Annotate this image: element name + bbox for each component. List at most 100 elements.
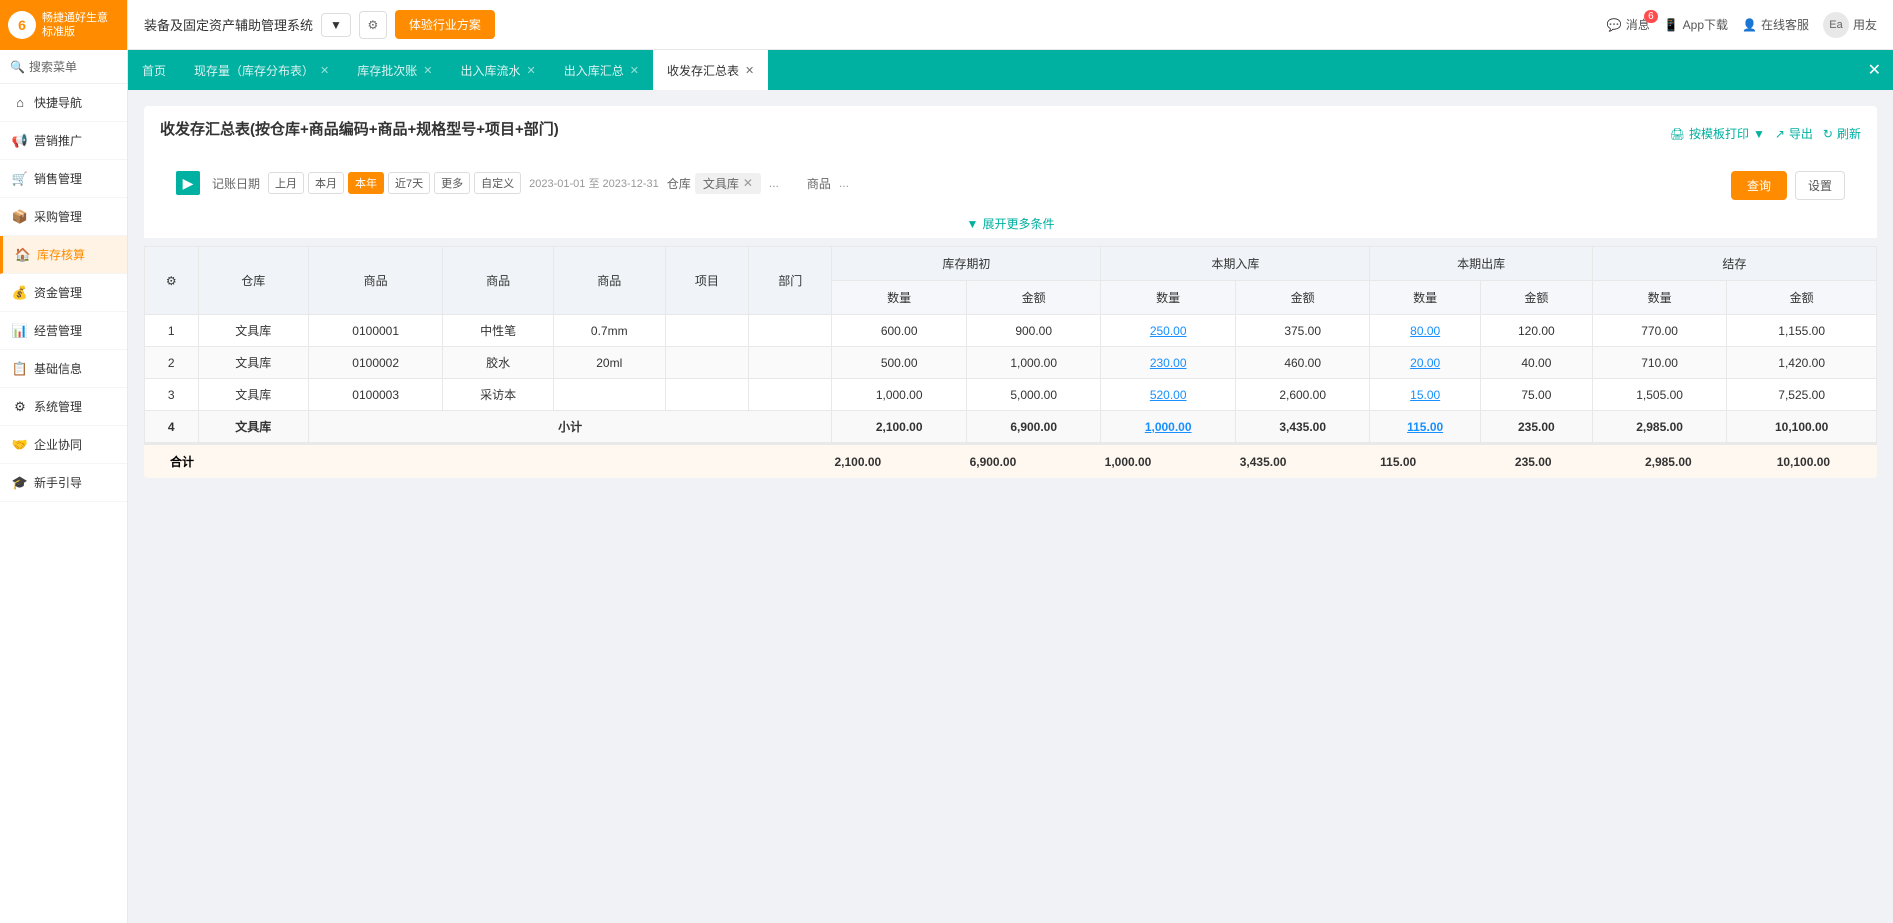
- topbar: 装备及固定资产辅助管理系统 ▼ ⚙ 体验行业方案 💬 消息 6 📱 App下载 …: [128, 0, 1893, 50]
- sidebar-item-enterprise[interactable]: 🤝 企业协同: [0, 426, 127, 464]
- subtotal-num: 4: [145, 411, 199, 443]
- trial-btn[interactable]: 体验行业方案: [395, 10, 495, 39]
- footer-out-qty: 115.00: [1331, 455, 1466, 469]
- row-in-qty[interactable]: 230.00: [1101, 347, 1236, 379]
- date-btn-last-month[interactable]: 上月: [268, 172, 304, 194]
- service-icon: 👤: [1742, 18, 1757, 32]
- footer-out-amt: 235.00: [1466, 455, 1601, 469]
- expand-btn[interactable]: ▼ 展开更多条件: [967, 215, 1055, 232]
- row-code: 0100001: [308, 315, 443, 347]
- print-icon: 🖨: [1670, 127, 1685, 141]
- row-bal-amt: 7,525.00: [1727, 379, 1877, 411]
- tab-recv-send[interactable]: 收发存汇总表 ✕: [653, 50, 768, 90]
- date-btn-custom[interactable]: 自定义: [474, 172, 521, 194]
- row-open-qty: 500.00: [832, 347, 967, 379]
- tab-close-stock-dist[interactable]: ✕: [320, 64, 329, 77]
- subtotal-row: 4 文具库 小计 2,100.00 6,900.00 1,000.00 3,43…: [145, 411, 1877, 443]
- tab-inout-flow[interactable]: 出入库流水 ✕: [446, 50, 549, 90]
- data-table: ⚙ 仓库 商品 商品 商品 项目 部门 库存期初 本期入库 本期出库 结存 数量: [144, 246, 1877, 443]
- date-btn-this-year[interactable]: 本年: [348, 172, 384, 194]
- row-code: 0100003: [308, 379, 443, 411]
- row-num: 2: [145, 347, 199, 379]
- user-item[interactable]: Ea 用友: [1823, 12, 1877, 38]
- warehouse-filter: 仓库 文具库 ✕ ...: [667, 173, 783, 194]
- warehouse-tag-remove[interactable]: ✕: [743, 176, 753, 190]
- footer-open-qty: 2,100.00: [790, 455, 925, 469]
- page-header-top: 收发存汇总表(按仓库+商品编码+商品+规格型号+项目+部门) 🖨 按模板打印 ▼…: [160, 118, 1861, 149]
- row-out-qty[interactable]: 15.00: [1370, 379, 1480, 411]
- goods-filter: 商品 ...: [807, 175, 853, 192]
- print-dropdown-icon: ▼: [1753, 127, 1765, 141]
- expand-row: ▼ 展开更多条件: [160, 209, 1861, 238]
- sidebar-item-quick-nav[interactable]: ⌂ 快捷导航: [0, 84, 127, 122]
- tab-close-inout-flow[interactable]: ✕: [527, 64, 536, 77]
- goods-dots[interactable]: ...: [835, 176, 853, 190]
- sidebar-item-inventory[interactable]: 🏠 库存核算: [0, 236, 127, 274]
- row-open-qty: 600.00: [832, 315, 967, 347]
- row-open-qty: 1,000.00: [832, 379, 967, 411]
- row-out-qty[interactable]: 20.00: [1370, 347, 1480, 379]
- app-download-item[interactable]: 📱 App下载: [1664, 16, 1728, 33]
- filter-row: 记账日期 上月 本月 本年 近7天 更多 自定义 2023-01-01 至 20…: [212, 172, 1845, 194]
- refresh-btn[interactable]: ↻ 刷新: [1823, 125, 1861, 142]
- tab-close-inout-summary[interactable]: ✕: [630, 64, 639, 77]
- date-range: 2023-01-01 至 2023-12-31: [529, 175, 659, 191]
- subtotal-in-qty: 1,000.00: [1101, 411, 1236, 443]
- filter-area: ▶ 记账日期 上月 本月 本年 近7天 更多 自定义 2023-01-01 至 …: [160, 159, 1861, 207]
- tab-close-batch[interactable]: ✕: [423, 64, 432, 77]
- sidebar-item-system[interactable]: ⚙ 系统管理: [0, 388, 127, 426]
- table-row: 1 文具库 0100001 中性笔 0.7mm 600.00 900.00 25…: [145, 315, 1877, 347]
- subtotal-open-qty: 2,100.00: [832, 411, 967, 443]
- goods-label: 商品: [807, 175, 831, 192]
- tab-inout-summary[interactable]: 出入库汇总 ✕: [550, 50, 653, 90]
- subtotal-bal-amt: 10,100.00: [1727, 411, 1877, 443]
- close-all-tabs[interactable]: ✕: [1856, 50, 1893, 90]
- export-btn[interactable]: ↗ 导出: [1775, 125, 1813, 142]
- col-bal-qty-header: 数量: [1592, 281, 1727, 315]
- sidebar-item-purchase[interactable]: 📦 采购管理: [0, 198, 127, 236]
- page-title: 收发存汇总表(按仓库+商品编码+商品+规格型号+项目+部门): [160, 118, 559, 139]
- purchase-icon: 📦: [12, 209, 28, 225]
- row-name: 采访本: [443, 379, 553, 411]
- data-table-container: ⚙ 仓库 商品 商品 商品 项目 部门 库存期初 本期入库 本期出库 结存 数量: [144, 246, 1877, 478]
- col-in-qty-header: 数量: [1101, 281, 1236, 315]
- tab-stock-dist[interactable]: 现存量（库存分布表） ✕: [180, 50, 343, 90]
- date-buttons: 上月 本月 本年 近7天 更多 自定义: [268, 172, 521, 194]
- sales-icon: 🛒: [12, 171, 28, 187]
- system-dropdown[interactable]: ▼: [321, 13, 351, 37]
- filter-toggle[interactable]: ▶: [176, 171, 200, 195]
- search-menu[interactable]: 🔍 搜索菜单: [0, 50, 127, 84]
- print-btn[interactable]: 🖨 按模板打印 ▼: [1670, 125, 1765, 142]
- date-btn-this-month[interactable]: 本月: [308, 172, 344, 194]
- row-num: 1: [145, 315, 199, 347]
- date-label: 记账日期: [212, 175, 260, 192]
- warehouse-tag: 文具库 ✕: [695, 173, 761, 194]
- warehouse-dots[interactable]: ...: [765, 176, 783, 190]
- sidebar-item-operations[interactable]: 📊 经营管理: [0, 312, 127, 350]
- topbar-right: 💬 消息 6 📱 App下载 👤 在线客服 Ea 用友: [1607, 12, 1877, 38]
- date-btn-more[interactable]: 更多: [434, 172, 470, 194]
- col-out-header: 本期出库: [1370, 247, 1592, 281]
- tab-home[interactable]: 首页: [128, 50, 180, 90]
- tab-bar: 首页 现存量（库存分布表） ✕ 库存批次账 ✕ 出入库流水 ✕ 出入库汇总 ✕ …: [128, 50, 1893, 90]
- col-warehouse-header: 仓库: [198, 247, 308, 315]
- sidebar-item-sales[interactable]: 🛒 销售管理: [0, 160, 127, 198]
- row-in-qty[interactable]: 250.00: [1101, 315, 1236, 347]
- col-settings-header[interactable]: ⚙: [145, 247, 199, 315]
- row-out-qty[interactable]: 80.00: [1370, 315, 1480, 347]
- tab-batch[interactable]: 库存批次账 ✕: [343, 50, 446, 90]
- query-btn[interactable]: 查询: [1731, 171, 1787, 200]
- sidebar-item-base-info[interactable]: 📋 基础信息: [0, 350, 127, 388]
- row-in-qty[interactable]: 520.00: [1101, 379, 1236, 411]
- sidebar-item-newbie[interactable]: 🎓 新手引导: [0, 464, 127, 502]
- sidebar-item-marketing[interactable]: 📢 营销推广: [0, 122, 127, 160]
- online-service-item[interactable]: 👤 在线客服: [1742, 16, 1809, 33]
- sidebar-item-finance[interactable]: 💰 资金管理: [0, 274, 127, 312]
- row-warehouse: 文具库: [198, 379, 308, 411]
- table-settings-btn[interactable]: 设置: [1795, 171, 1845, 200]
- message-item[interactable]: 💬 消息 6: [1607, 16, 1650, 33]
- tab-close-recv-send[interactable]: ✕: [745, 64, 754, 77]
- row-spec: 0.7mm: [553, 315, 665, 347]
- date-btn-7days[interactable]: 近7天: [388, 172, 430, 194]
- topbar-settings-icon[interactable]: ⚙: [359, 11, 387, 39]
